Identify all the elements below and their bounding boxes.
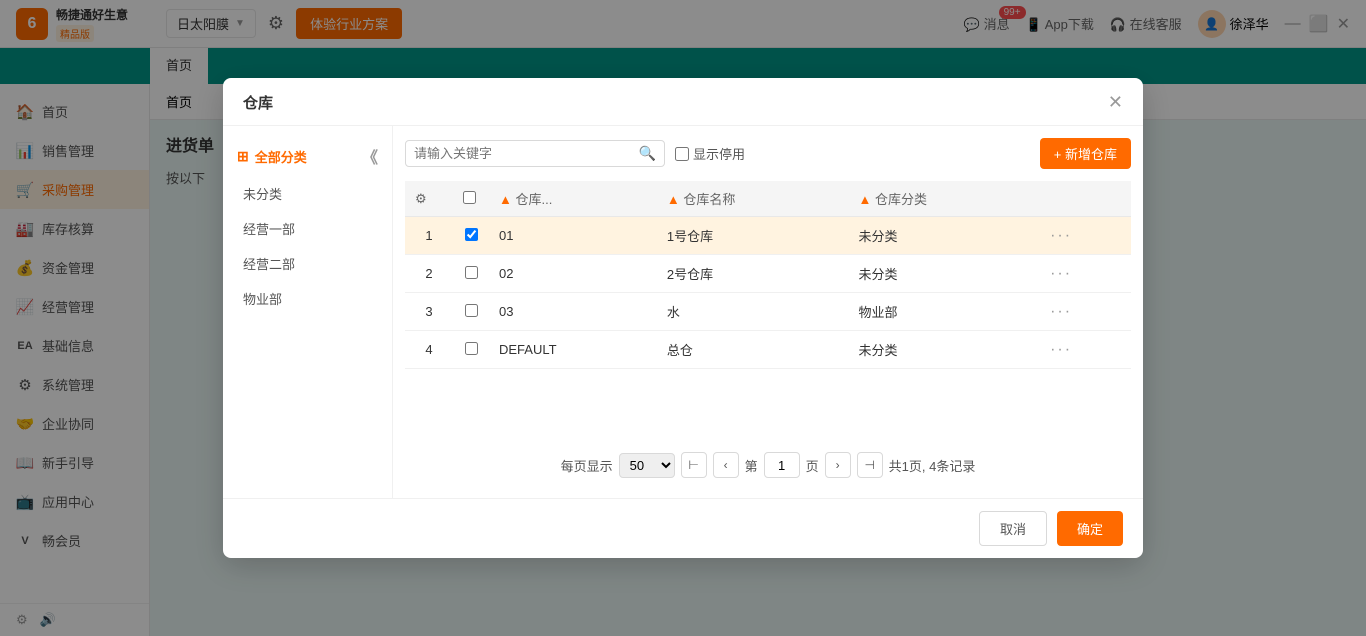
sort-cat-icon: ▲ bbox=[858, 192, 871, 207]
row-more-icon[interactable]: ··· bbox=[1050, 227, 1072, 244]
warehouse-modal: 仓库 ✕ ⊞ 全部分类 《 未分类 经营一部 经营二部 物业部 bbox=[223, 78, 1143, 558]
row-more-icon[interactable]: ··· bbox=[1050, 303, 1072, 320]
row-actions[interactable]: ··· bbox=[1040, 255, 1131, 293]
show-disabled-label[interactable]: 显示停用 bbox=[675, 144, 745, 163]
all-category-label[interactable]: ⊞ 全部分类 bbox=[237, 147, 307, 166]
row-name: 总仓 bbox=[657, 331, 849, 369]
col-actions-header bbox=[1040, 181, 1131, 217]
row-name: 2号仓库 bbox=[657, 255, 849, 293]
row-code: 03 bbox=[489, 293, 657, 331]
warehouse-table: ⚙ ▲ 仓库... ▲ bbox=[405, 181, 1131, 369]
table-row[interactable]: 4 DEFAULT 总仓 未分类 ··· bbox=[405, 331, 1131, 369]
category-item-ops1[interactable]: 经营一部 bbox=[223, 211, 392, 246]
col-name-header: ▲ 仓库名称 bbox=[657, 181, 849, 217]
table-header-row: ⚙ ▲ 仓库... ▲ bbox=[405, 181, 1131, 217]
per-page-select[interactable]: 50 100 200 bbox=[619, 453, 675, 478]
row-index: 1 bbox=[405, 217, 453, 255]
row-actions[interactable]: ··· bbox=[1040, 331, 1131, 369]
table-panel: 🔍 显示停用 + 新增仓库 ⚙ bbox=[393, 126, 1143, 498]
sort-name-icon: ▲ bbox=[667, 192, 680, 207]
table-container: ⚙ ▲ 仓库... ▲ bbox=[405, 181, 1131, 438]
select-all-checkbox[interactable] bbox=[463, 191, 476, 204]
row-code: 01 bbox=[489, 217, 657, 255]
table-row[interactable]: 1 01 1号仓库 未分类 ··· bbox=[405, 217, 1131, 255]
search-icon[interactable]: 🔍 bbox=[639, 145, 656, 162]
row-name: 水 bbox=[657, 293, 849, 331]
category-item-ops2[interactable]: 经营二部 bbox=[223, 246, 392, 281]
modal-title: 仓库 bbox=[243, 92, 273, 113]
category-item-none[interactable]: 未分类 bbox=[223, 176, 392, 211]
modal-body: ⊞ 全部分类 《 未分类 经营一部 经营二部 物业部 🔍 bbox=[223, 126, 1143, 498]
modal-header: 仓库 ✕ bbox=[223, 78, 1143, 126]
confirm-btn[interactable]: 确定 bbox=[1057, 511, 1123, 546]
row-code: DEFAULT bbox=[489, 331, 657, 369]
sort-icon: ▲ bbox=[499, 192, 512, 207]
category-item-property[interactable]: 物业部 bbox=[223, 281, 392, 316]
search-input[interactable] bbox=[414, 146, 635, 161]
prev-page-btn[interactable]: ‹ bbox=[713, 452, 739, 478]
first-page-btn[interactable]: ⊢ bbox=[681, 452, 707, 478]
row-actions[interactable]: ··· bbox=[1040, 217, 1131, 255]
gear-col-icon[interactable]: ⚙ bbox=[415, 191, 427, 206]
last-page-btn[interactable]: ⊣ bbox=[857, 452, 883, 478]
modal-overlay: 仓库 ✕ ⊞ 全部分类 《 未分类 经营一部 经营二部 物业部 bbox=[0, 0, 1366, 636]
row-actions[interactable]: ··· bbox=[1040, 293, 1131, 331]
row-checkbox-cell[interactable] bbox=[453, 293, 489, 331]
row-checkbox[interactable] bbox=[465, 228, 478, 241]
modal-close-btn[interactable]: ✕ bbox=[1108, 92, 1123, 113]
page-input[interactable] bbox=[764, 452, 800, 478]
pagination: 每页显示 50 100 200 ⊢ ‹ 第 页 › ⊣ 共1页, 4条记录 bbox=[405, 438, 1131, 486]
row-code: 02 bbox=[489, 255, 657, 293]
row-more-icon[interactable]: ··· bbox=[1050, 265, 1072, 282]
modal-footer: 取消 确定 bbox=[223, 498, 1143, 558]
row-name: 1号仓库 bbox=[657, 217, 849, 255]
search-box[interactable]: 🔍 bbox=[405, 140, 665, 167]
col-code-header: ▲ 仓库... bbox=[489, 181, 657, 217]
table-toolbar: 🔍 显示停用 + 新增仓库 bbox=[405, 138, 1131, 169]
table-row[interactable]: 2 02 2号仓库 未分类 ··· bbox=[405, 255, 1131, 293]
row-category: 未分类 bbox=[848, 255, 1040, 293]
show-disabled-checkbox[interactable] bbox=[675, 147, 689, 161]
table-row[interactable]: 3 03 水 物业部 ··· bbox=[405, 293, 1131, 331]
cancel-btn[interactable]: 取消 bbox=[979, 511, 1047, 546]
col-category-header: ▲ 仓库分类 bbox=[848, 181, 1040, 217]
collapse-icon[interactable]: 《 bbox=[362, 144, 378, 168]
row-checkbox-cell[interactable] bbox=[453, 255, 489, 293]
row-checkbox-cell[interactable] bbox=[453, 331, 489, 369]
category-panel: ⊞ 全部分类 《 未分类 经营一部 经营二部 物业部 bbox=[223, 126, 393, 498]
grid-icon: ⊞ bbox=[237, 148, 249, 165]
add-warehouse-btn[interactable]: + 新增仓库 bbox=[1040, 138, 1131, 169]
row-checkbox-cell[interactable] bbox=[453, 217, 489, 255]
row-more-icon[interactable]: ··· bbox=[1050, 341, 1072, 358]
row-index: 2 bbox=[405, 255, 453, 293]
row-category: 未分类 bbox=[848, 217, 1040, 255]
row-checkbox[interactable] bbox=[465, 304, 478, 317]
col-gear: ⚙ bbox=[405, 181, 453, 217]
row-index: 4 bbox=[405, 331, 453, 369]
next-page-btn[interactable]: › bbox=[825, 452, 851, 478]
row-index: 3 bbox=[405, 293, 453, 331]
row-category: 未分类 bbox=[848, 331, 1040, 369]
row-checkbox[interactable] bbox=[465, 342, 478, 355]
row-checkbox[interactable] bbox=[465, 266, 478, 279]
row-category: 物业部 bbox=[848, 293, 1040, 331]
col-check bbox=[453, 181, 489, 217]
category-all[interactable]: ⊞ 全部分类 《 bbox=[223, 136, 392, 176]
